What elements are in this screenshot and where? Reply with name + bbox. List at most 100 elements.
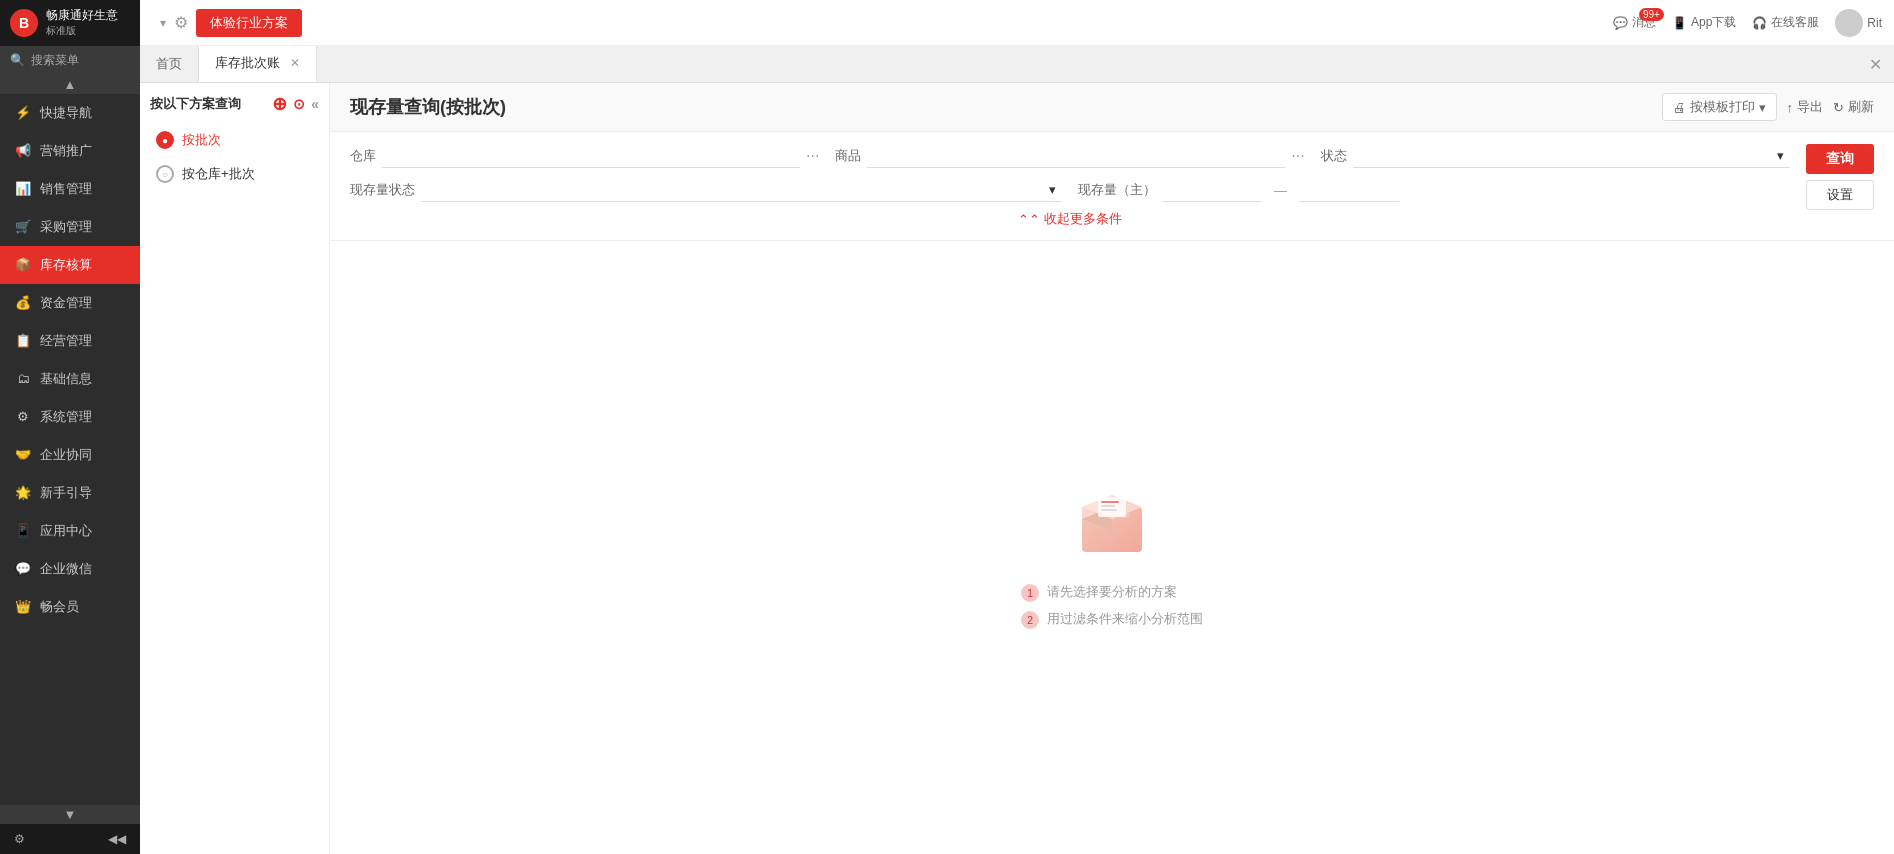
tab-inventory-batch[interactable]: 库存批次账 ✕	[199, 46, 317, 82]
tab-panel-close-btn[interactable]: ✕	[1857, 47, 1894, 82]
filter-add-btn[interactable]: ⊕	[272, 93, 287, 115]
sidebar-item-basic[interactable]: 🗂 基础信息	[0, 360, 140, 398]
tab-home[interactable]: 首页	[140, 47, 199, 81]
sidebar-item-label: 资金管理	[40, 294, 92, 312]
app-logo: B	[10, 9, 38, 37]
inventory-main-to[interactable]	[1299, 178, 1399, 202]
warehouse-input[interactable]	[382, 144, 800, 168]
print-btn[interactable]: 🖨 按模板打印 ▾	[1662, 93, 1777, 121]
filter-item-batch[interactable]: ● 按批次	[140, 123, 329, 157]
messages-btn[interactable]: 💬 消息 99+	[1613, 14, 1656, 31]
tab-home-label: 首页	[156, 55, 182, 73]
guide-icon: 🌟	[14, 484, 32, 502]
settings-btn[interactable]: 设置	[1806, 180, 1874, 210]
sidebar-item-marketing[interactable]: 📢 营销推广	[0, 132, 140, 170]
product-label: 商品	[835, 147, 861, 165]
filter-item-batch-label: 按批次	[182, 131, 221, 149]
collapse-more-btn[interactable]: ⌃⌃ 收起更多条件	[1018, 210, 1122, 228]
sidebar-header: B 畅康通好生意 标准版	[0, 0, 140, 46]
sidebar-item-quick-nav[interactable]: ⚡ 快捷导航	[0, 94, 140, 132]
sidebar-item-guide[interactable]: 🌟 新手引导	[0, 474, 140, 512]
sidebar-item-label: 销售管理	[40, 180, 92, 198]
purchase-icon: 🛒	[14, 218, 32, 236]
export-btn[interactable]: ↑ 导出	[1787, 98, 1824, 116]
sidebar-item-label: 畅会员	[40, 598, 79, 616]
filter-settings-btn[interactable]: ⊙	[293, 96, 305, 112]
sidebar-item-operations[interactable]: 📋 经营管理	[0, 322, 140, 360]
product-more-btn[interactable]: ···	[1291, 147, 1304, 165]
hint-text-2: 用过滤条件来缩小分析范围	[1047, 610, 1203, 628]
sales-icon: 📊	[14, 180, 32, 198]
empty-state: 1 请先选择要分析的方案 2 用过滤条件来缩小分析范围	[330, 241, 1894, 854]
page-header: 现存量查询(按批次) 🖨 按模板打印 ▾ ↑ 导出 ↻ 刷新	[330, 83, 1894, 132]
sidebar-item-inventory[interactable]: 📦 库存核算	[0, 246, 140, 284]
app-download-label: App下载	[1691, 14, 1736, 31]
sidebar-item-label: 营销推广	[40, 142, 92, 160]
marketing-icon: 📢	[14, 142, 32, 160]
inventory-status-dropdown-icon: ▾	[1049, 182, 1056, 197]
topbar-settings-icon[interactable]: ⚙	[174, 13, 188, 32]
svg-rect-7	[1101, 509, 1117, 511]
sidebar-item-system[interactable]: ⚙ 系统管理	[0, 398, 140, 436]
sidebar-item-wechat[interactable]: 💬 企业微信	[0, 550, 140, 588]
search-menu-label: 搜索菜单	[31, 52, 79, 69]
scroll-up-btn[interactable]: ▲	[0, 75, 140, 94]
footer-collapse-btn[interactable]: ◀◀	[108, 832, 126, 846]
svg-point-8	[1118, 512, 1130, 518]
inventory-icon: 📦	[14, 256, 32, 274]
main-area: ▾ ⚙ 体验行业方案 💬 消息 99+ 📱 App下载 🎧 在线客服 Rit	[140, 0, 1894, 854]
sidebar: B 畅康通好生意 标准版 🔍 搜索菜单 ▲ ⚡ 快捷导航 📢 营销推广 📊 销售…	[0, 0, 140, 854]
messages-badge: 99+	[1639, 8, 1664, 21]
system-icon: ⚙	[14, 408, 32, 426]
app-download-btn[interactable]: 📱 App下载	[1672, 14, 1736, 31]
sidebar-item-enterprise[interactable]: 🤝 企业协同	[0, 436, 140, 474]
scroll-down-btn[interactable]: ▼	[0, 805, 140, 824]
breadcrumb-dropdown[interactable]: ▾	[160, 16, 166, 30]
sidebar-item-label: 企业协同	[40, 446, 92, 464]
sidebar-item-label: 基础信息	[40, 370, 92, 388]
inventory-status-select[interactable]: ▾	[421, 178, 1062, 202]
experience-btn[interactable]: 体验行业方案	[196, 9, 302, 37]
sidebar-item-finance[interactable]: 💰 资金管理	[0, 284, 140, 322]
inventory-status-filter: 现存量状态 ▾	[350, 178, 1062, 202]
finance-icon: 💰	[14, 294, 32, 312]
chevron-up-icon: ⌃⌃	[1018, 212, 1040, 227]
export-icon: ↑	[1787, 100, 1794, 115]
status-select[interactable]: ▾	[1353, 144, 1790, 168]
sidebar-item-label: 新手引导	[40, 484, 92, 502]
content-area: 按以下方案查询 ⊕ ⊙ « ● 按批次 ○ 按仓库+批次 现存量查询(按批次)	[140, 83, 1894, 854]
sidebar-item-member[interactable]: 👑 畅会员	[0, 588, 140, 626]
query-btn[interactable]: 查询	[1806, 144, 1874, 174]
product-input[interactable]	[867, 144, 1285, 168]
filter-panel-title: 按以下方案查询	[150, 95, 241, 113]
sidebar-item-purchase[interactable]: 🛒 采购管理	[0, 208, 140, 246]
print-dropdown-icon[interactable]: ▾	[1759, 100, 1766, 115]
user-profile[interactable]: Rit	[1835, 9, 1882, 37]
online-service-btn[interactable]: 🎧 在线客服	[1752, 14, 1819, 31]
avatar	[1835, 9, 1863, 37]
app-version: 标准版	[46, 24, 118, 38]
filter-item-warehouse-batch[interactable]: ○ 按仓库+批次	[140, 157, 329, 191]
export-btn-label: 导出	[1797, 98, 1823, 116]
inventory-main-from[interactable]	[1162, 178, 1262, 202]
empty-hint-2: 2 用过滤条件来缩小分析范围	[1021, 610, 1203, 629]
tab-close-btn[interactable]: ✕	[290, 56, 300, 70]
warehouse-more-btn[interactable]: ···	[806, 147, 819, 165]
sidebar-item-apps[interactable]: 📱 应用中心	[0, 512, 140, 550]
filter-panel: 按以下方案查询 ⊕ ⊙ « ● 按批次 ○ 按仓库+批次	[140, 83, 330, 854]
inventory-status-label: 现存量状态	[350, 181, 415, 199]
filter-row: 仓库 ··· 商品 ···	[330, 132, 1894, 241]
filter-collapse-btn[interactable]: «	[311, 96, 319, 112]
headset-icon: 🎧	[1752, 16, 1767, 30]
sidebar-item-sales[interactable]: 📊 销售管理	[0, 170, 140, 208]
footer-settings-btn[interactable]: ⚙	[14, 832, 25, 846]
operations-icon: 📋	[14, 332, 32, 350]
filter-item-warehouse-batch-label: 按仓库+批次	[182, 165, 255, 183]
status-dropdown-icon: ▾	[1777, 148, 1784, 163]
refresh-btn[interactable]: ↻ 刷新	[1833, 98, 1874, 116]
tabbar: 首页 库存批次账 ✕ ✕	[140, 46, 1894, 83]
username: Rit	[1867, 16, 1882, 30]
online-service-label: 在线客服	[1771, 14, 1819, 31]
refresh-btn-label: 刷新	[1848, 98, 1874, 116]
search-menu[interactable]: 🔍 搜索菜单	[0, 46, 140, 75]
